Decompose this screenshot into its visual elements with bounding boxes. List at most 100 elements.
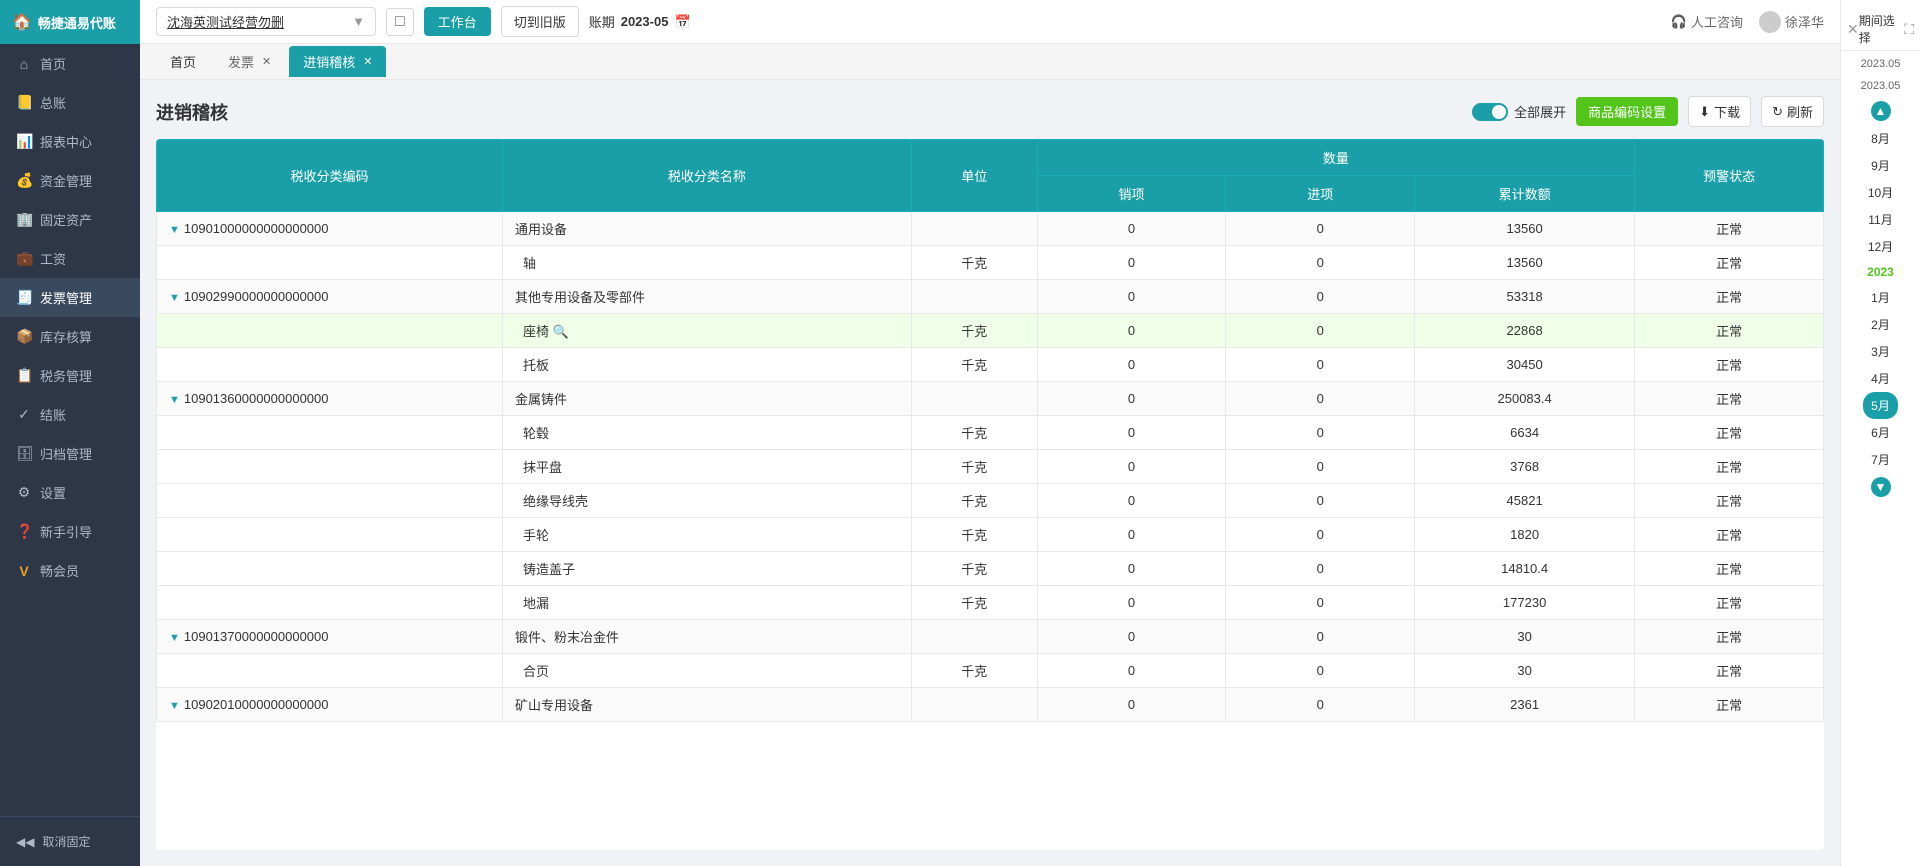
- sidebar-item-guide[interactable]: ❓ 新手引导: [0, 512, 140, 551]
- period-month-item[interactable]: 7月: [1857, 446, 1904, 473]
- row-purchase: 0: [1226, 212, 1415, 246]
- sidebar-item-archive[interactable]: 🗄 归档管理: [0, 434, 140, 473]
- calendar-icon[interactable]: 📅: [674, 14, 690, 30]
- table-row[interactable]: ▼10901360000000000000 金属铸件 0 0 250083.4 …: [157, 382, 1824, 416]
- table-row[interactable]: 绝缘导线壳 千克 0 0 45821 正常: [157, 484, 1824, 518]
- sidebar-item-wages[interactable]: 💼 工资: [0, 239, 140, 278]
- company-dropdown-icon: ▼: [352, 14, 365, 29]
- table-row[interactable]: 轴 千克 0 0 13560 正常: [157, 246, 1824, 280]
- product-code-button[interactable]: 商品编码设置: [1576, 97, 1678, 126]
- toggle-track[interactable]: [1472, 103, 1508, 121]
- sidebar-item-reports[interactable]: 📊 报表中心: [0, 122, 140, 161]
- old-version-button[interactable]: 切到旧版: [501, 6, 579, 37]
- guide-icon: ❓: [16, 523, 32, 540]
- table-row[interactable]: 托板 千克 0 0 30450 正常: [157, 348, 1824, 382]
- period-month-item[interactable]: 1月: [1857, 284, 1904, 311]
- page-content: 进销稽核 全部展开 商品编码设置 ⬇ 下载 ↻ 刷新: [140, 80, 1840, 866]
- panel-expand-btn[interactable]: ⛶: [1904, 21, 1914, 38]
- workspace-button[interactable]: 工作台: [424, 7, 491, 36]
- period-month-item[interactable]: 2023: [1857, 260, 1904, 284]
- table-row[interactable]: 抹平盘 千克 0 0 3768 正常: [157, 450, 1824, 484]
- period-month-item[interactable]: 10月: [1857, 179, 1904, 206]
- table-row[interactable]: 合页 千克 0 0 30 正常: [157, 654, 1824, 688]
- refresh-button[interactable]: ↻ 刷新: [1761, 96, 1824, 127]
- download-icon: ⬇: [1699, 104, 1710, 120]
- period-month-item[interactable]: 4月: [1857, 365, 1904, 392]
- row-status: 正常: [1635, 280, 1824, 314]
- app-logo: 🏠 畅捷通易代账: [0, 0, 140, 44]
- period-month-item[interactable]: 8月: [1857, 125, 1904, 152]
- tab-reconcile-close[interactable]: ✕: [363, 55, 372, 68]
- row-total: 53318: [1415, 280, 1635, 314]
- member-icon: V: [16, 563, 32, 579]
- sidebar-item-label: 新手引导: [40, 522, 92, 541]
- table-row[interactable]: 手轮 千克 0 0 1820 正常: [157, 518, 1824, 552]
- expand-toggle[interactable]: 全部展开: [1472, 102, 1566, 121]
- table-row[interactable]: 座椅 🔍 千克 0 0 22868 正常: [157, 314, 1824, 348]
- period-month-item[interactable]: 5月: [1863, 392, 1898, 419]
- table-row[interactable]: ▼10902990000000000000 其他专用设备及零部件 0 0 533…: [157, 280, 1824, 314]
- sidebar-item-member[interactable]: V 畅会员: [0, 551, 140, 590]
- tab-reconcile[interactable]: 进销稽核 ✕: [289, 46, 386, 77]
- row-status: 正常: [1635, 484, 1824, 518]
- table-row[interactable]: 铸造盖子 千克 0 0 14810.4 正常: [157, 552, 1824, 586]
- table-row[interactable]: 地漏 千克 0 0 177230 正常: [157, 586, 1824, 620]
- period-month-item[interactable]: 2月: [1857, 311, 1904, 338]
- table-row[interactable]: ▼10902010000000000000 矿山专用设备 0 0 2361 正常: [157, 688, 1824, 722]
- panel-up-arrow[interactable]: ▲: [1871, 101, 1891, 121]
- period-year2[interactable]: 2023.05: [1841, 75, 1920, 97]
- user-menu[interactable]: 徐泽华: [1759, 11, 1824, 33]
- service-button[interactable]: 🎧 人工咨询: [1671, 12, 1743, 31]
- period-month-item[interactable]: 12月: [1857, 233, 1904, 260]
- company-selector[interactable]: 沈海英测试经营勿删 ▼: [156, 7, 376, 36]
- period-month-item[interactable]: 11月: [1857, 206, 1904, 233]
- panel-down-arrow[interactable]: ▼: [1871, 477, 1891, 497]
- sidebar-item-settings[interactable]: ⚙ 设置: [0, 473, 140, 512]
- row-sales: 0: [1037, 382, 1226, 416]
- sidebar-item-label: 库存核算: [40, 327, 92, 346]
- row-total: 30450: [1415, 348, 1635, 382]
- row-unit: [911, 620, 1037, 654]
- sidebar-item-label: 固定资产: [40, 210, 92, 229]
- table-row[interactable]: ▼10901370000000000000 锻件、粉末冶金件 0 0 30 正常: [157, 620, 1824, 654]
- sidebar-item-settlement[interactable]: ✓ 结账: [0, 395, 140, 434]
- sidebar-item-home[interactable]: ⌂ 首页: [0, 44, 140, 83]
- period-month-item[interactable]: 9月: [1857, 152, 1904, 179]
- period-year1[interactable]: 2023.05: [1841, 53, 1920, 75]
- page-title: 进销稽核: [156, 99, 228, 125]
- period-month-item[interactable]: 3月: [1857, 338, 1904, 365]
- right-period-panel: ✕ 期间选择 ⛶ 2023.05 2023.05 ▲ 8月9月10月11月12月…: [1840, 0, 1920, 866]
- search-icon[interactable]: 🔍: [553, 324, 569, 339]
- sidebar-item-ledger[interactable]: 📒 总账: [0, 83, 140, 122]
- tab-invoices-close[interactable]: ✕: [262, 55, 271, 68]
- sidebar-item-assets[interactable]: 🏢 固定资产: [0, 200, 140, 239]
- period-value: 2023-05: [621, 14, 669, 29]
- user-avatar-icon: [1759, 11, 1781, 33]
- row-purchase: 0: [1226, 586, 1415, 620]
- table-row[interactable]: 轮毂 千克 0 0 6634 正常: [157, 416, 1824, 450]
- toggle-label: 全部展开: [1514, 102, 1566, 121]
- download-button[interactable]: ⬇ 下载: [1688, 96, 1751, 127]
- panel-close-btn[interactable]: ✕: [1847, 21, 1859, 38]
- row-name: 其他专用设备及零部件: [502, 280, 911, 314]
- sidebar-item-label: 畅会员: [40, 561, 79, 580]
- row-unit: [911, 688, 1037, 722]
- tab-reconcile-label: 进销稽核: [303, 52, 355, 71]
- sidebar-item-tax[interactable]: 📋 税务管理: [0, 356, 140, 395]
- sidebar-item-inventory[interactable]: 📦 库存核算: [0, 317, 140, 356]
- table-row[interactable]: ▼10901000000000000000 通用设备 0 0 13560 正常: [157, 212, 1824, 246]
- reports-icon: 📊: [16, 133, 32, 150]
- sidebar-item-invoices[interactable]: 🧾 发票管理: [0, 278, 140, 317]
- col-sales: 销项: [1037, 176, 1226, 212]
- logo-icon: 🏠: [12, 12, 32, 32]
- row-name: 铸造盖子: [502, 552, 911, 586]
- period-month-item[interactable]: 6月: [1857, 419, 1904, 446]
- sidebar-item-funds[interactable]: 💰 资金管理: [0, 161, 140, 200]
- topbar-right: 🎧 人工咨询 徐泽华: [1671, 11, 1824, 33]
- tab-invoices[interactable]: 发票 ✕: [214, 46, 285, 77]
- save-button[interactable]: □: [386, 8, 414, 36]
- tab-home[interactable]: 首页: [156, 46, 210, 77]
- col-tax-code: 税收分类编码: [157, 140, 503, 212]
- unpin-button[interactable]: ◀◀ 取消固定: [0, 825, 140, 858]
- unpin-icon: ◀◀: [16, 835, 34, 849]
